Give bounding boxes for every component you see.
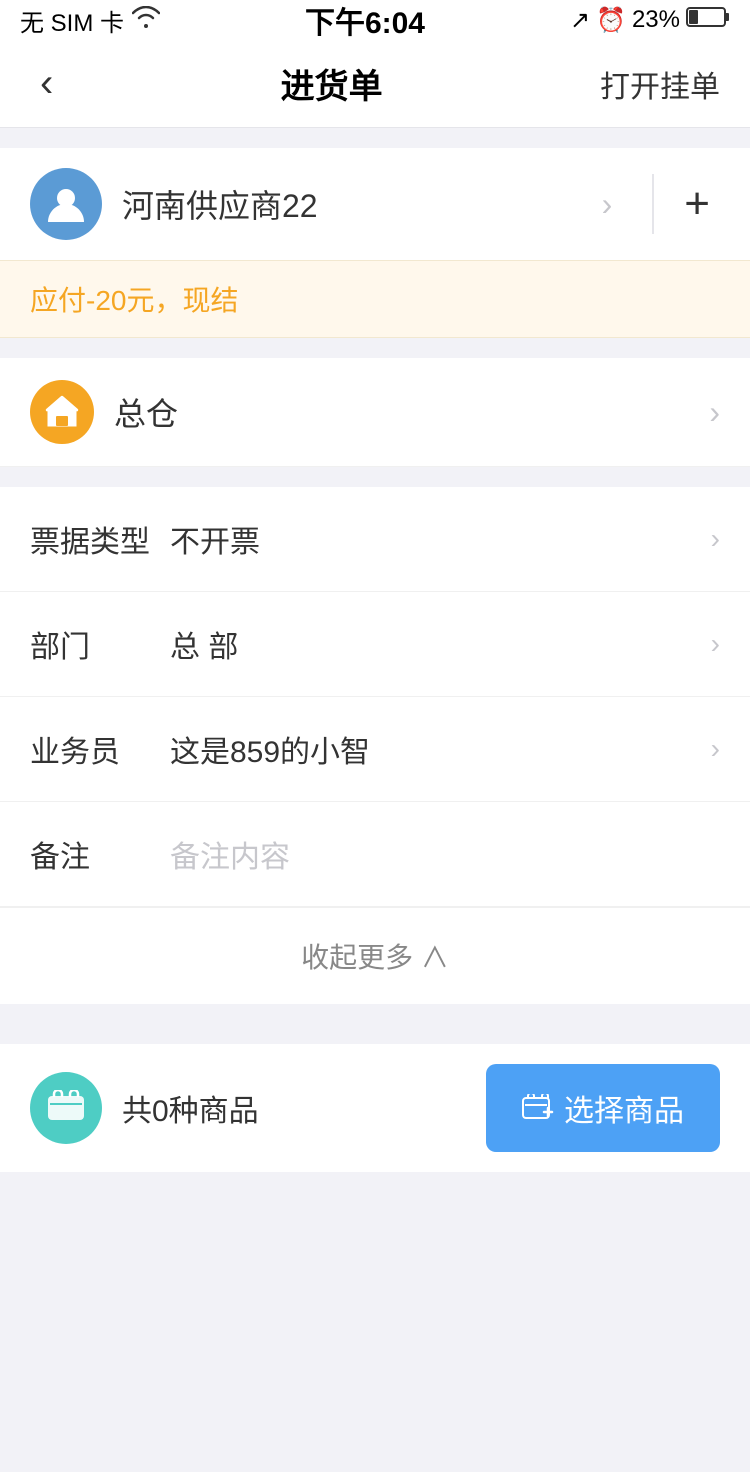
remark-row[interactable]: 备注 备注内容 (0, 802, 750, 907)
remark-label: 备注 (30, 832, 170, 876)
notice-bar: 应付-20元，现结 (0, 260, 750, 338)
wifi-icon (132, 6, 160, 35)
dept-label: 部门 (30, 622, 170, 666)
back-button[interactable]: ‹ (30, 51, 63, 116)
dept-row[interactable]: 部门 总 部 › (0, 592, 750, 697)
supplier-section: 河南供应商22 › + (0, 148, 750, 260)
form-section: 票据类型 不开票 › 部门 总 部 › 业务员 这是859的小智 › 备注 备注… (0, 487, 750, 1004)
status-bar: 无 SIM 卡 下午6:04 ↗ ⏰ 23% (0, 0, 750, 40)
salesman-row[interactable]: 业务员 这是859的小智 › (0, 697, 750, 802)
bottom-bar: 共0种商品 选择商品 (0, 1044, 750, 1172)
page-background (0, 1172, 750, 1472)
invoice-type-value: 不开票 (170, 517, 701, 561)
salesman-value: 这是859的小智 (170, 727, 701, 771)
warehouse-icon (30, 380, 94, 444)
supplier-divider (652, 174, 654, 234)
warehouse-name: 总仓 (114, 389, 709, 435)
page-title: 进货单 (281, 59, 383, 108)
invoice-type-label: 票据类型 (30, 517, 170, 561)
warehouse-arrow-icon: › (709, 394, 720, 431)
dept-arrow-icon: › (711, 628, 720, 660)
alarm-icon: ⏰ (596, 6, 626, 35)
add-supplier-button[interactable]: + (674, 179, 720, 229)
warehouse-row[interactable]: 总仓 › (0, 358, 750, 467)
location-icon: ↗ (570, 6, 590, 35)
nav-bar: ‹ 进货单 打开挂单 (0, 40, 750, 128)
salesman-label: 业务员 (30, 727, 170, 771)
collapse-button[interactable]: 收起更多 ∧ (0, 907, 750, 1004)
no-sim-label: 无 SIM 卡 (20, 3, 124, 38)
status-right: ↗ ⏰ 23% (570, 6, 730, 35)
select-product-button[interactable]: 选择商品 (486, 1064, 720, 1152)
open-pending-button[interactable]: 打开挂单 (600, 62, 720, 106)
section-gap-3 (0, 467, 750, 487)
salesman-arrow-icon: › (711, 733, 720, 765)
remark-input[interactable]: 备注内容 (170, 832, 720, 876)
invoice-arrow-icon: › (711, 523, 720, 555)
select-product-label: 选择商品 (564, 1086, 684, 1130)
section-gap-4 (0, 1004, 750, 1024)
notice-text: 应付-20元，现结 (30, 285, 238, 316)
cart-icon-container (30, 1072, 102, 1144)
section-gap-1 (0, 128, 750, 148)
supplier-avatar (30, 168, 102, 240)
battery-icon (686, 6, 730, 35)
supplier-name: 河南供应商22 (122, 181, 602, 227)
status-left: 无 SIM 卡 (20, 3, 160, 38)
product-count: 共0种商品 (122, 1086, 486, 1130)
dept-value: 总 部 (170, 622, 701, 666)
supplier-arrow-icon: › (602, 186, 613, 223)
invoice-type-row[interactable]: 票据类型 不开票 › (0, 487, 750, 592)
section-gap-2 (0, 338, 750, 358)
status-time: 下午6:04 (305, 0, 425, 42)
battery-label: 23% (632, 6, 680, 34)
collapse-label: 收起更多 ∧ (301, 936, 449, 976)
